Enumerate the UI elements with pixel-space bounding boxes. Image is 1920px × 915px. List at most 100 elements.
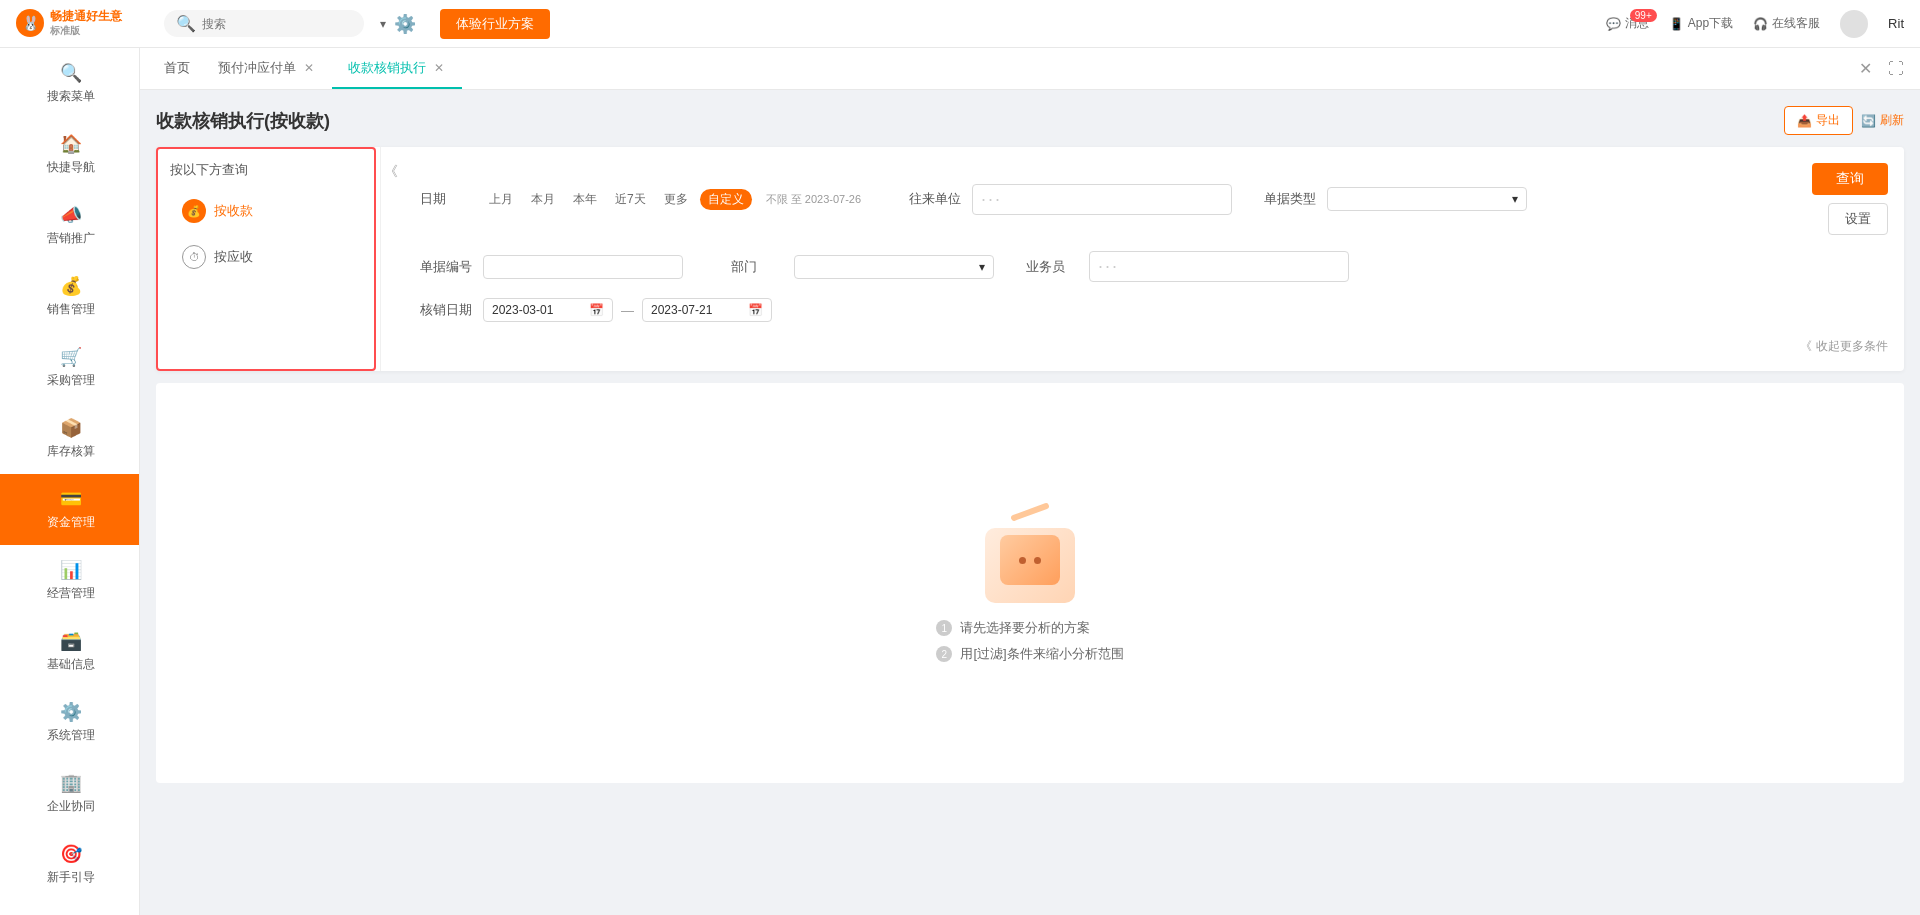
sidebar-item-purchase[interactable]: 🛒 采购管理 [0, 332, 139, 403]
sales-icon: 💰 [60, 275, 82, 297]
verify-date-start-value: 2023-03-01 [492, 303, 553, 317]
search-input[interactable] [202, 17, 352, 31]
counterparty-input[interactable]: ··· [972, 184, 1232, 215]
filter-staff-field: 业务员 ··· [1026, 251, 1349, 282]
date-this-month[interactable]: 本月 [525, 189, 561, 210]
filter-option-by-receipt[interactable]: 💰 按收款 [170, 191, 362, 231]
export-label: 导出 [1816, 112, 1840, 129]
tab-verify-label: 收款核销执行 [348, 59, 426, 77]
empty-tips: 1 请先选择要分析的方案 2 用[过滤]条件来缩小分析范围 [936, 619, 1123, 663]
collapse-left-icon: 《 [384, 163, 398, 181]
sidebar-item-inventory[interactable]: 📦 库存核算 [0, 403, 139, 474]
sidebar-item-guide[interactable]: 🎯 新手引导 [0, 829, 139, 900]
service-btn[interactable]: 🎧 在线客服 [1753, 15, 1820, 32]
sidebar-label-system: 系统管理 [47, 727, 95, 744]
purchase-icon: 🛒 [60, 346, 82, 368]
filter-actions: 查询 设置 [1812, 163, 1888, 235]
filter-row-3: 核销日期 2023-03-01 📅 — 2023-07-21 📅 [420, 298, 1888, 322]
sidebar-item-system[interactable]: ⚙️ 系统管理 [0, 687, 139, 758]
sidebar-item-hardware[interactable]: 💡 智能硬件 [0, 900, 139, 915]
msg-icon: 💬 [1606, 17, 1621, 31]
staff-label: 业务员 [1026, 258, 1081, 276]
tab-expand-btn[interactable]: ⛶ [1884, 56, 1908, 82]
tab-verify[interactable]: 收款核销执行 ✕ [332, 49, 462, 89]
logo-icon: 🐰 [16, 9, 44, 37]
tip-text-1: 请先选择要分析的方案 [960, 619, 1090, 637]
verify-date-end[interactable]: 2023-07-21 📅 [642, 298, 772, 322]
msg-btn[interactable]: 💬 消息 99+ [1606, 15, 1649, 32]
tab-close-all-btn[interactable]: ✕ [1855, 55, 1876, 82]
docnum-label: 单据编号 [420, 258, 475, 276]
calendar-start-icon: 📅 [589, 303, 604, 317]
tab-verify-close[interactable]: ✕ [432, 61, 446, 75]
page-actions: 📤 导出 🔄 刷新 [1784, 106, 1904, 135]
refresh-btn[interactable]: 🔄 刷新 [1861, 112, 1904, 129]
filter-doctype-field: 单据类型 ▾ [1264, 187, 1527, 211]
eye-right [1034, 557, 1041, 564]
empty-box-eyes [1019, 557, 1041, 564]
sidebar-item-quick[interactable]: 🏠 快捷导航 [0, 119, 139, 190]
tab-prepay-close[interactable]: ✕ [302, 61, 316, 75]
sidebar-item-basic[interactable]: 🗃️ 基础信息 [0, 616, 139, 687]
filter-row-1: 日期 上月 本月 本年 近7天 更多 自定义 不限 至 2023-07-26 [420, 163, 1888, 235]
app-download-btn[interactable]: 📱 App下载 [1669, 15, 1733, 32]
search-icon: 🔍 [60, 62, 82, 84]
filter-panel-title: 按以下方查询 [170, 161, 362, 179]
filter-counterparty-field: 往来单位 ··· [909, 184, 1232, 215]
logo-text-wrap: 畅捷通好生意 标准版 [50, 9, 122, 37]
dropdown-btn[interactable]: ▾ [380, 17, 386, 31]
query-btn[interactable]: 查询 [1812, 163, 1888, 195]
app-layout: 🔍 搜索菜单 🏠 快捷导航 📣 营销推广 💰 销售管理 🛒 采购管理 📦 库存核… [0, 48, 1920, 915]
tip-text-2: 用[过滤]条件来缩小分析范围 [960, 645, 1123, 663]
date-last-7days[interactable]: 近7天 [609, 189, 652, 210]
top-bar-right: 💬 消息 99+ 📱 App下载 🎧 在线客服 Rit [1606, 10, 1904, 38]
setting-btn[interactable]: 设置 [1828, 203, 1888, 235]
doctype-label: 单据类型 [1264, 190, 1319, 208]
sidebar-label-purchase: 采购管理 [47, 372, 95, 389]
search-box[interactable]: 🔍 [164, 10, 364, 37]
date-last-month[interactable]: 上月 [483, 189, 519, 210]
empty-tip-2: 2 用[过滤]条件来缩小分析范围 [936, 645, 1123, 663]
staff-input[interactable]: ··· [1089, 251, 1349, 282]
chevron-down-icon: ▾ [1512, 192, 1518, 206]
verify-date-start[interactable]: 2023-03-01 📅 [483, 298, 613, 322]
filter-collapse-toggle[interactable]: 《 [380, 147, 400, 371]
doctype-select[interactable]: ▾ [1327, 187, 1527, 211]
finance-icon: 💳 [60, 488, 82, 510]
service-label: 在线客服 [1772, 15, 1820, 32]
sidebar-item-search[interactable]: 🔍 搜索菜单 [0, 48, 139, 119]
gear-icon[interactable]: ⚙️ [394, 13, 416, 35]
docnum-input[interactable] [483, 255, 683, 279]
app-label: App下载 [1688, 15, 1733, 32]
date-custom[interactable]: 自定义 [700, 189, 752, 210]
industry-btn[interactable]: 体验行业方案 [440, 9, 550, 39]
date-label: 日期 [420, 190, 475, 208]
sidebar-item-sales[interactable]: 💰 销售管理 [0, 261, 139, 332]
sidebar-item-marketing[interactable]: 📣 营销推广 [0, 190, 139, 261]
system-icon: ⚙️ [60, 701, 82, 723]
verify-date-end-value: 2023-07-21 [651, 303, 712, 317]
date-more[interactable]: 更多 [658, 189, 694, 210]
dept-select[interactable]: ▾ [794, 255, 994, 279]
sidebar-item-enterprise[interactable]: 🏢 企业协同 [0, 758, 139, 829]
sidebar-item-operations[interactable]: 📊 经营管理 [0, 545, 139, 616]
filter-dept-field: 部门 ▾ [731, 255, 994, 279]
avatar[interactable] [1840, 10, 1868, 38]
export-btn[interactable]: 📤 导出 [1784, 106, 1853, 135]
empty-state: 1 请先选择要分析的方案 2 用[过滤]条件来缩小分析范围 [156, 423, 1904, 743]
filter-right: 日期 上月 本月 本年 近7天 更多 自定义 不限 至 2023-07-26 [404, 147, 1904, 371]
empty-illustration [970, 503, 1090, 603]
sidebar-label-quick: 快捷导航 [47, 159, 95, 176]
operations-icon: 📊 [60, 559, 82, 581]
page-header: 收款核销执行(按收款) 📤 导出 🔄 刷新 [156, 106, 1904, 135]
date-this-year[interactable]: 本年 [567, 189, 603, 210]
logo-text: 畅捷通好生意 [50, 9, 122, 23]
sidebar-item-finance[interactable]: 💳 资金管理 [0, 474, 139, 545]
quick-icon: 🏠 [60, 133, 82, 155]
eye-left [1019, 557, 1026, 564]
tab-prepay[interactable]: 预付冲应付单 ✕ [202, 49, 332, 89]
tab-home[interactable]: 首页 [152, 49, 202, 89]
tab-bar-right: ✕ ⛶ [1855, 55, 1908, 82]
filter-option-by-receivable[interactable]: ⏱ 按应收 [170, 237, 362, 277]
collapse-more-btn[interactable]: 《 收起更多条件 [420, 338, 1888, 355]
